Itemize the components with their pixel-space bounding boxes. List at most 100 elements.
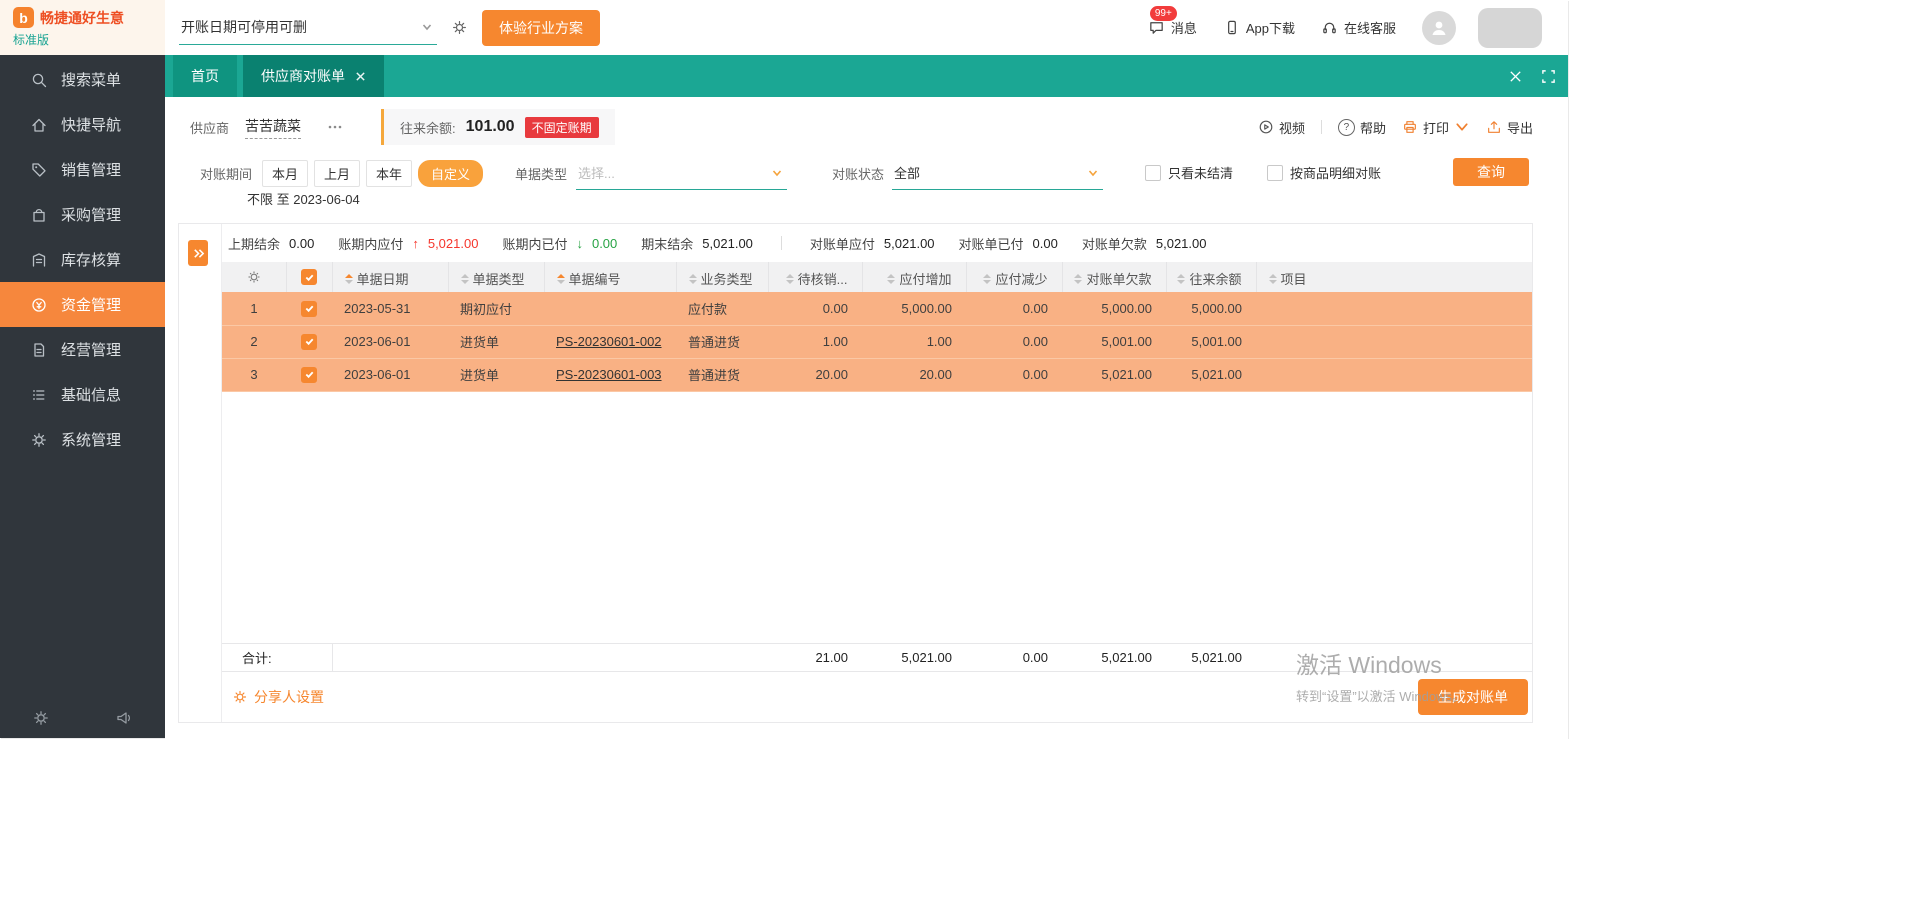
sidebar-footer bbox=[0, 709, 165, 730]
fullscreen-icon[interactable] bbox=[1541, 69, 1556, 84]
column-header-increase[interactable]: 应付增加 bbox=[861, 262, 966, 292]
statement-table: 单据日期 单据类型 单据编号 业务类型 待核销... 应付增加 应付减少 对账单… bbox=[222, 262, 1532, 392]
doc-no-link[interactable]: PS-20230601-002 bbox=[556, 334, 662, 349]
sidebar-item-sales[interactable]: 销售管理 bbox=[0, 147, 165, 192]
column-header-owed[interactable]: 对账单欠款 bbox=[1061, 262, 1166, 292]
totals-label: 合计: bbox=[222, 643, 333, 672]
headset-icon bbox=[1323, 22, 1336, 34]
cell-doc-no bbox=[544, 292, 676, 326]
sidebar-item-base-info[interactable]: 基础信息 bbox=[0, 372, 165, 417]
status-select[interactable]: 全部 bbox=[892, 158, 1103, 190]
row-checkbox[interactable] bbox=[286, 325, 332, 359]
share-settings-button[interactable]: 分享人设置 bbox=[232, 687, 324, 707]
action-bar: 分享人设置 生成对账单 bbox=[222, 672, 1532, 722]
sidebar-item-quick-nav[interactable]: 快捷导航 bbox=[0, 102, 165, 147]
checkbox-unsettled[interactable]: 只看未结清 bbox=[1145, 163, 1233, 182]
query-button[interactable]: 查询 bbox=[1453, 158, 1529, 186]
balance-box: 往来余额: 101.00 不固定账期 bbox=[381, 109, 615, 145]
select-all-checkbox[interactable] bbox=[285, 262, 332, 292]
summary-bar: 上期结余 0.00 账期内应付 ↑ 5,021.00 账期内已付 ↓ 0.00 期末结余 5… bbox=[222, 224, 1532, 262]
period-this-month[interactable]: 本月 bbox=[262, 160, 309, 187]
totals-balance: 5,021.00 bbox=[1166, 643, 1256, 672]
user-avatar[interactable] bbox=[1422, 10, 1456, 45]
close-all-tabs-icon[interactable] bbox=[1508, 69, 1523, 84]
online-service-button[interactable]: 在线客服 bbox=[1321, 18, 1396, 37]
topbar: 开账日期可停用可删 体验行业方案 99+ 消息 App下载 在线客服 bbox=[165, 0, 1568, 55]
column-settings-gear-icon[interactable] bbox=[222, 262, 286, 292]
row-checkbox[interactable] bbox=[286, 292, 332, 326]
cell-pending: 1.00 bbox=[768, 325, 862, 359]
video-button[interactable]: 视频 bbox=[1258, 118, 1305, 137]
experience-solution-button[interactable]: 体验行业方案 bbox=[482, 9, 600, 46]
supplier-value[interactable]: 苦苦蔬菜 bbox=[245, 116, 302, 139]
row-checkbox[interactable] bbox=[286, 358, 332, 392]
table-row[interactable]: 2 2023-06-01 进货单 PS-20230601-002 普通进货 1.… bbox=[222, 325, 1532, 359]
tab-supplier-statement[interactable]: 供应商对账单 bbox=[243, 55, 384, 97]
settings-gear-icon[interactable] bbox=[32, 709, 50, 730]
period-range-value[interactable]: 不限 至 2023-06-04 bbox=[247, 189, 360, 208]
cell-decrease: 0.00 bbox=[966, 325, 1062, 359]
announcement-speaker-icon[interactable] bbox=[115, 709, 133, 730]
chevron-down-icon bbox=[771, 167, 783, 179]
export-icon bbox=[1488, 121, 1500, 133]
grid-area: 上期结余 0.00 账期内应付 ↑ 5,021.00 账期内已付 ↓ 0.00 期末结余 5… bbox=[222, 224, 1532, 722]
app-download-button[interactable]: App下载 bbox=[1223, 18, 1295, 37]
column-header-project[interactable]: 项目 bbox=[1255, 262, 1532, 292]
column-header-balance[interactable]: 往来余额 bbox=[1165, 262, 1256, 292]
column-header-doc-type[interactable]: 单据类型 bbox=[447, 262, 544, 292]
cell-doc-type: 进货单 bbox=[448, 325, 544, 359]
divider bbox=[1320, 120, 1322, 134]
cell-balance: 5,000.00 bbox=[1166, 292, 1256, 326]
summary-opening-balance: 上期结余 0.00 bbox=[228, 235, 315, 252]
sort-icon bbox=[460, 273, 469, 284]
totals-pending: 21.00 bbox=[768, 643, 862, 672]
expand-panel-button[interactable] bbox=[188, 240, 208, 266]
column-header-date[interactable]: 单据日期 bbox=[331, 262, 448, 292]
cell-decrease: 0.00 bbox=[966, 358, 1062, 392]
sidebar-item-operations[interactable]: 经营管理 bbox=[0, 327, 165, 372]
sidebar-item-purchase[interactable]: 采购管理 bbox=[0, 192, 165, 237]
table-row[interactable]: 1 2023-05-31 期初应付 应付款 0.00 5,000.00 0.00… bbox=[222, 292, 1532, 326]
supplier-more-icon[interactable] bbox=[327, 119, 343, 135]
tab-close-icon[interactable] bbox=[355, 71, 366, 82]
sidebar-item-system[interactable]: 系统管理 bbox=[0, 417, 165, 462]
column-header-doc-no[interactable]: 单据编号 bbox=[543, 262, 676, 292]
totals-cell bbox=[448, 643, 544, 672]
topbar-gear-icon[interactable] bbox=[451, 19, 468, 36]
column-header-decrease[interactable]: 应付减少 bbox=[965, 262, 1062, 292]
table-header-row: 单据日期 单据类型 单据编号 业务类型 待核销... 应付增加 应付减少 对账单… bbox=[222, 262, 1532, 292]
checkbox-by-item[interactable]: 按商品明细对账 bbox=[1267, 163, 1381, 182]
column-header-pending[interactable]: 待核销... bbox=[767, 262, 862, 292]
user-name-blurred[interactable] bbox=[1478, 7, 1542, 48]
generate-statement-button[interactable]: 生成对账单 bbox=[1418, 679, 1528, 715]
print-button[interactable]: 打印 bbox=[1402, 118, 1470, 137]
totals-row: 合计: 21.00 5,021.00 0.00 5,021.00 5,021.0… bbox=[222, 643, 1532, 672]
table-row[interactable]: 3 2023-06-01 进货单 PS-20230601-003 普通进货 20… bbox=[222, 358, 1532, 392]
cell-doc-type: 期初应付 bbox=[448, 292, 544, 326]
sidebar-item-inventory[interactable]: 库存核算 bbox=[0, 237, 165, 282]
period-this-year[interactable]: 本年 bbox=[366, 160, 413, 187]
period-custom[interactable]: 自定义 bbox=[418, 160, 484, 187]
export-button[interactable]: 导出 bbox=[1486, 118, 1533, 137]
doc-type-select[interactable]: 选择... bbox=[576, 158, 787, 190]
chevron-down-icon bbox=[1454, 119, 1470, 135]
account-set-dropdown[interactable]: 开账日期可停用可删 bbox=[179, 11, 437, 45]
doc-no-link[interactable]: PS-20230601-003 bbox=[556, 367, 662, 382]
status-label: 对账状态 bbox=[832, 167, 885, 182]
system-gear-icon bbox=[30, 431, 48, 449]
sort-icon bbox=[1074, 273, 1083, 284]
column-header-biz-type[interactable]: 业务类型 bbox=[675, 262, 768, 292]
sort-icon bbox=[887, 273, 896, 284]
period-last-month[interactable]: 上月 bbox=[314, 160, 361, 187]
sort-icon bbox=[688, 273, 697, 284]
sidebar-item-funds[interactable]: 资金管理 bbox=[0, 282, 165, 327]
sidebar-item-search-menu[interactable]: 搜索菜单 bbox=[0, 57, 165, 102]
supplier-label: 供应商 bbox=[190, 120, 230, 136]
cell-project bbox=[1256, 358, 1532, 392]
totals-cell bbox=[544, 643, 676, 672]
totals-decrease: 0.00 bbox=[966, 643, 1062, 672]
cell-increase: 20.00 bbox=[862, 358, 966, 392]
messages-button[interactable]: 99+ 消息 bbox=[1148, 6, 1197, 37]
help-button[interactable]: ? 帮助 bbox=[1337, 118, 1386, 137]
tab-home[interactable]: 首页 bbox=[173, 55, 237, 97]
